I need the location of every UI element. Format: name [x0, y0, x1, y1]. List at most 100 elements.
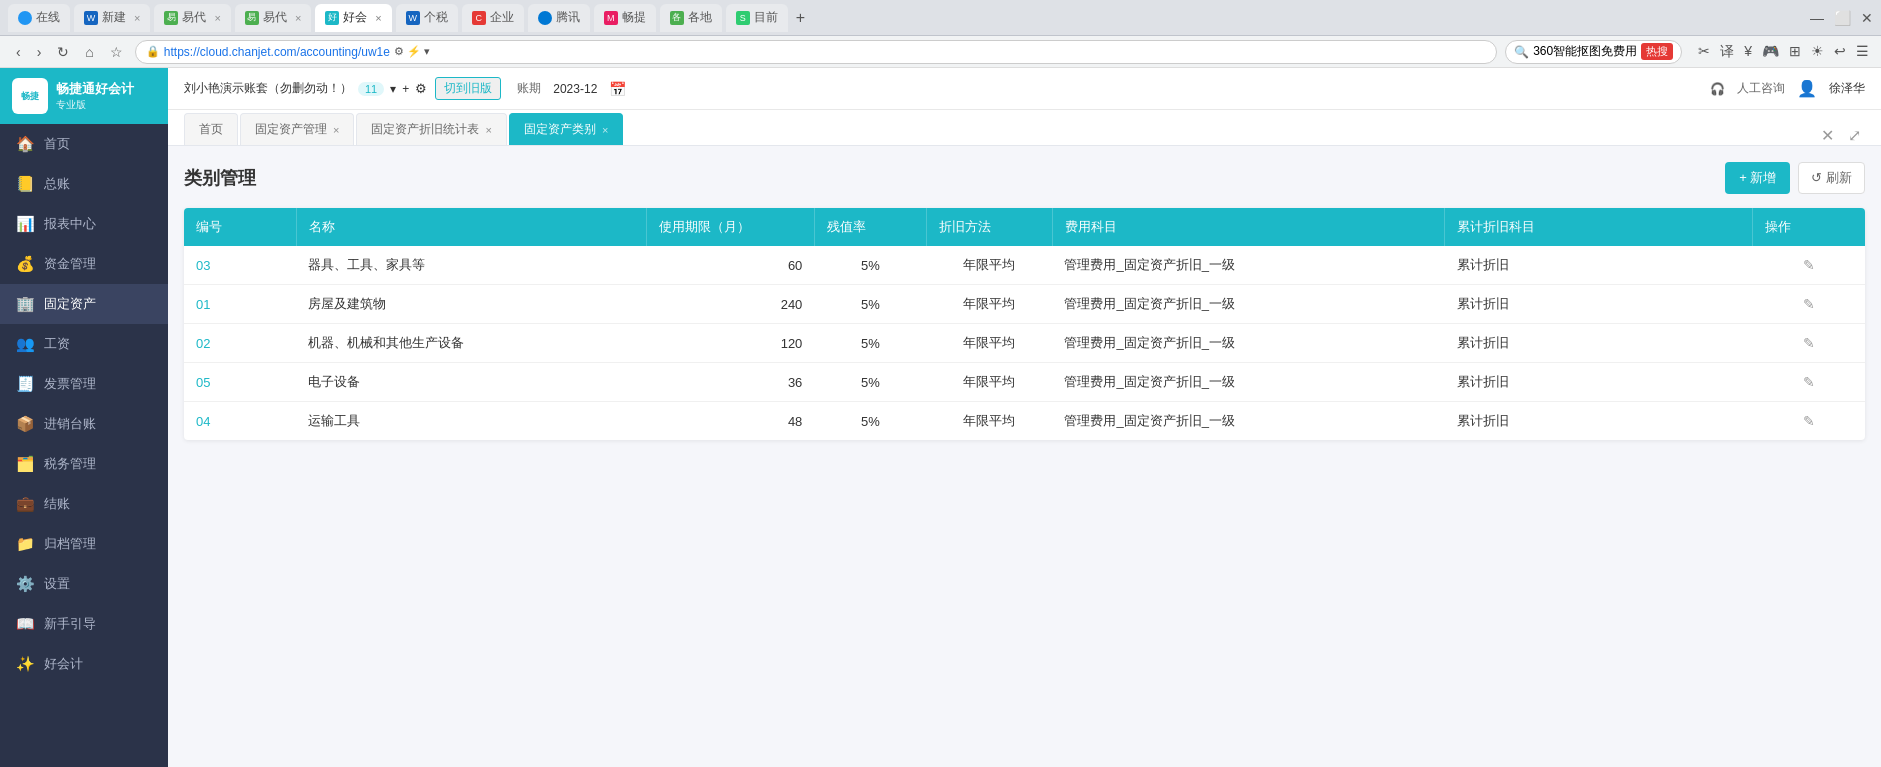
sun-icon[interactable]: ☀ — [1811, 43, 1824, 61]
browser-tab-9[interactable]: 各 各地 — [660, 4, 722, 32]
back-button[interactable]: ‹ — [12, 42, 25, 62]
sidebar-item-payroll[interactable]: 👥 工资 — [0, 324, 168, 364]
calendar-icon[interactable]: 📅 — [609, 81, 626, 97]
edit-button-4[interactable]: ✎ — [1803, 413, 1815, 429]
sidebar-item-invoice[interactable]: 🧾 发票管理 — [0, 364, 168, 404]
window-maximize-button[interactable]: ⬜ — [1834, 10, 1851, 26]
col-header-method: 折旧方法 — [926, 208, 1052, 246]
switch-old-version-button[interactable]: 切到旧版 — [435, 77, 501, 100]
account-gear-icon[interactable]: ⚙ — [415, 81, 427, 96]
url-input[interactable]: 🔒 https://cloud.chanjet.com/accounting/u… — [135, 40, 1497, 64]
page-tab-category[interactable]: 固定资产类别 × — [509, 113, 623, 145]
code-link-4[interactable]: 04 — [196, 414, 210, 429]
refresh-button[interactable]: ↺ 刷新 — [1798, 162, 1865, 194]
menu-icon[interactable]: ☰ — [1856, 43, 1869, 61]
add-button[interactable]: + 新增 — [1725, 162, 1790, 194]
sidebar-item-label-payroll: 工资 — [44, 335, 70, 353]
browser-tab-3[interactable]: 易 易代 × — [235, 4, 311, 32]
tab-close-4[interactable]: × — [375, 12, 381, 24]
sidebar-item-inventory[interactable]: 📦 进销台账 — [0, 404, 168, 444]
browser-toolbar-icons: ✂ 译 ¥ 🎮 ⊞ ☀ ↩ ☰ — [1698, 43, 1869, 61]
browser-tab-4[interactable]: 好 好会 × — [315, 4, 391, 32]
browser-tab-2[interactable]: 易 易代 × — [154, 4, 230, 32]
page-tab-asset-mgmt-close[interactable]: × — [333, 124, 339, 136]
sidebar-item-label-settings: 设置 — [44, 575, 70, 593]
page-tab-depreciation[interactable]: 固定资产折旧统计表 × — [356, 113, 506, 145]
browser-tab-0[interactable]: 在线 — [8, 4, 70, 32]
browser-tab-5[interactable]: W 个税 — [396, 4, 458, 32]
tab-close-2[interactable]: × — [214, 12, 220, 24]
account-dropdown-icon[interactable]: ▾ — [390, 82, 396, 96]
home-button[interactable]: ⌂ — [81, 42, 97, 62]
reload-button[interactable]: ↻ — [53, 42, 73, 62]
support-label[interactable]: 人工咨询 — [1737, 80, 1785, 97]
sidebar-item-reports[interactable]: 📊 报表中心 — [0, 204, 168, 244]
new-tab-button[interactable]: + — [792, 9, 809, 27]
tab-area-maximize-button[interactable]: ⤢ — [1844, 126, 1865, 145]
tab-favicon-9: 各 — [670, 11, 684, 25]
cut-icon[interactable]: ✂ — [1698, 43, 1710, 61]
account-add-icon[interactable]: + — [402, 82, 409, 96]
tab-label-9: 各地 — [688, 9, 712, 26]
sidebar-item-home[interactable]: 🏠 首页 — [0, 124, 168, 164]
edit-button-2[interactable]: ✎ — [1803, 335, 1815, 351]
browser-tab-10[interactable]: S 目前 — [726, 4, 788, 32]
tab-area-close-button[interactable]: ✕ — [1813, 126, 1842, 145]
browser-tab-8[interactable]: M 畅提 — [594, 4, 656, 32]
sidebar-item-guide[interactable]: 📖 新手引导 — [0, 604, 168, 644]
browser-tab-7[interactable]: 腾讯 — [528, 4, 590, 32]
page-tab-asset-mgmt[interactable]: 固定资产管理 × — [240, 113, 354, 145]
search-text: 360智能抠图免费用 — [1533, 43, 1637, 60]
cell-period-4: 48 — [646, 402, 814, 441]
sidebar-item-label-tax: 税务管理 — [44, 455, 96, 473]
edit-button-1[interactable]: ✎ — [1803, 296, 1815, 312]
code-link-1[interactable]: 01 — [196, 297, 210, 312]
currency-icon[interactable]: ¥ — [1744, 43, 1752, 61]
ledger-icon: 📒 — [16, 175, 34, 193]
bookmark-button[interactable]: ☆ — [106, 42, 127, 62]
game-icon[interactable]: 🎮 — [1762, 43, 1779, 61]
cell-residual-4: 5% — [814, 402, 926, 441]
sidebar-item-fixed-assets[interactable]: 🏢 固定资产 — [0, 284, 168, 324]
page-tabs: 首页 固定资产管理 × 固定资产折旧统计表 × 固定资产类别 × ✕ ⤢ — [168, 110, 1881, 146]
sidebar-item-archive[interactable]: 📁 归档管理 — [0, 524, 168, 564]
sidebar-item-settings[interactable]: ⚙️ 设置 — [0, 564, 168, 604]
cell-name-1: 房屋及建筑物 — [296, 285, 646, 324]
sidebar-item-tax[interactable]: 🗂️ 税务管理 — [0, 444, 168, 484]
sidebar-item-label-extra: 好会计 — [44, 655, 83, 673]
tab-close-1[interactable]: × — [134, 12, 140, 24]
content-area: 类别管理 + 新增 ↺ 刷新 编号 名称 使用期限（月） 残值率 折旧方法 费用… — [168, 146, 1881, 767]
code-link-3[interactable]: 05 — [196, 375, 210, 390]
browser-tab-1[interactable]: W 新建 × — [74, 4, 150, 32]
sidebar-item-extra[interactable]: ✨ 好会计 — [0, 644, 168, 684]
browser-tab-6[interactable]: C 企业 — [462, 4, 524, 32]
sidebar-item-ledger[interactable]: 📒 总账 — [0, 164, 168, 204]
tab-favicon-2: 易 — [164, 11, 178, 25]
page-tab-home[interactable]: 首页 — [184, 113, 238, 145]
search-bar[interactable]: 🔍 360智能抠图免费用 热搜 — [1505, 40, 1682, 64]
edit-button-3[interactable]: ✎ — [1803, 374, 1815, 390]
cell-expense-1: 管理费用_固定资产折旧_一级 — [1052, 285, 1444, 324]
sidebar-item-closing[interactable]: 💼 结账 — [0, 484, 168, 524]
window-close-button[interactable]: ✕ — [1861, 10, 1873, 26]
page-tab-category-close[interactable]: × — [602, 124, 608, 136]
tab-label-7: 腾讯 — [556, 9, 580, 26]
grid-icon[interactable]: ⊞ — [1789, 43, 1801, 61]
tab-favicon-1: W — [84, 11, 98, 25]
code-link-0[interactable]: 03 — [196, 258, 210, 273]
sidebar-item-funds[interactable]: 💰 资金管理 — [0, 244, 168, 284]
category-table: 编号 名称 使用期限（月） 残值率 折旧方法 费用科目 累计折旧科目 操作 03… — [184, 208, 1865, 440]
window-minimize-button[interactable]: — — [1810, 10, 1824, 26]
url-extra-icons: ⚙ ⚡ ▾ — [394, 45, 430, 58]
edit-button-0[interactable]: ✎ — [1803, 257, 1815, 273]
undo-icon[interactable]: ↩ — [1834, 43, 1846, 61]
forward-button[interactable]: › — [33, 42, 46, 62]
cell-accum-2: 累计折旧 — [1445, 324, 1753, 363]
tab-label-5: 个税 — [424, 9, 448, 26]
tab-close-3[interactable]: × — [295, 12, 301, 24]
translate-icon[interactable]: 译 — [1720, 43, 1734, 61]
col-header-action: 操作 — [1753, 208, 1865, 246]
logo-text: 畅捷通好会计 专业版 — [56, 81, 134, 111]
code-link-2[interactable]: 02 — [196, 336, 210, 351]
page-tab-depreciation-close[interactable]: × — [485, 124, 491, 136]
